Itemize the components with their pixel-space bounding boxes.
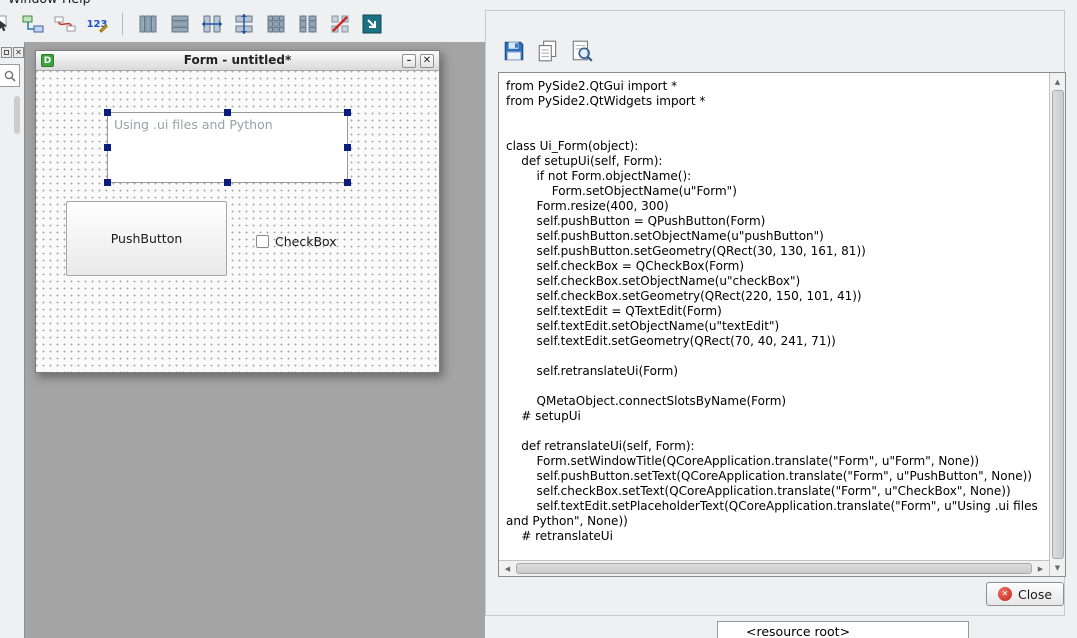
textedit-widget[interactable]: Using .ui files and Python (107, 112, 348, 183)
code-view[interactable]: from PySide2.QtGui import *from PySide2.… (498, 72, 1066, 577)
code-line: Form.setWindowTitle(QCoreApplication.tra… (506, 454, 1048, 469)
scroll-right-icon[interactable]: ▶ (1033, 561, 1048, 576)
scroll-up-icon[interactable]: ▲ (1050, 74, 1065, 89)
toolbar-separator (122, 13, 123, 35)
code-line: self.pushButton.setText(QCoreApplication… (506, 469, 1048, 484)
break-layout-icon[interactable] (327, 11, 353, 37)
find-icon[interactable] (568, 37, 595, 64)
layout-grid-icon[interactable] (263, 11, 289, 37)
layout-horizontal-splitter-icon[interactable] (199, 11, 225, 37)
selection-handle[interactable] (104, 179, 111, 186)
code-line: self.textEdit = QTextEdit(Form) (506, 304, 1048, 319)
edit-buddies-icon[interactable] (52, 11, 78, 37)
code-line (506, 124, 1048, 139)
layout-form-icon[interactable] (295, 11, 321, 37)
qt-designer-screen: Window Help 123 (0, 0, 1077, 638)
code-line: if not Form.objectName(): (506, 169, 1048, 184)
code-line: self.pushButton.setObjectName(u"pushButt… (506, 229, 1048, 244)
code-line: Form.setObjectName(u"Form") (506, 184, 1048, 199)
menu-help[interactable]: Help (62, 0, 91, 6)
menu-window[interactable]: Window (8, 0, 57, 6)
layout-horizontal-icon[interactable] (135, 11, 161, 37)
code-line: self.pushButton.setGeometry(QRect(30, 13… (506, 244, 1048, 259)
selection-handle[interactable] (104, 109, 111, 116)
selection-handle[interactable] (104, 144, 111, 151)
layout-vertical-icon[interactable] (167, 11, 193, 37)
copy-icon[interactable] (534, 37, 561, 64)
selection-handle[interactable] (344, 144, 351, 151)
dock-close-button[interactable]: ✕ (13, 47, 24, 58)
scroll-left-icon[interactable]: ◀ (500, 561, 515, 576)
search-icon (3, 69, 17, 83)
code-preview-dialog: from PySide2.QtGui import *from PySide2.… (485, 10, 1065, 616)
code-line: self.textEdit.setGeometry(QRect(70, 40, … (506, 334, 1048, 349)
code-line (506, 379, 1048, 394)
code-line: from PySide2.QtGui import * (506, 79, 1048, 94)
form-toolbar: 123 (0, 10, 385, 38)
code-line: self.checkBox.setGeometry(QRect(220, 150… (506, 289, 1048, 304)
code-line: Form.resize(400, 300) (506, 199, 1048, 214)
code-line: and Python", None)) (506, 514, 1048, 529)
code-dialog-toolbar (500, 37, 595, 64)
selection-handle[interactable] (224, 179, 231, 186)
scroll-down-icon[interactable]: ▼ (1050, 560, 1065, 575)
code-line (506, 424, 1048, 439)
adjust-size-icon[interactable] (359, 11, 385, 37)
resource-browser[interactable]: <resource root> (717, 621, 969, 638)
horizontal-scrollbar[interactable]: ◀ ▶ (499, 560, 1049, 576)
mdi-area: D Form - untitled* – ✕ Using .ui files a… (25, 42, 485, 638)
layout-vertical-splitter-icon[interactable] (231, 11, 257, 37)
code-line: def setupUi(self, Form): (506, 154, 1048, 169)
code-line: class Ui_Form(object): (506, 139, 1048, 154)
checkbox-label: CheckBox (275, 234, 337, 249)
close-button-label: Close (1018, 587, 1052, 602)
code-text[interactable]: from PySide2.QtGui import *from PySide2.… (500, 74, 1048, 559)
code-line: self.textEdit.setObjectName(u"textEdit") (506, 319, 1048, 334)
code-line: # retranslateUi (506, 529, 1048, 544)
form-canvas[interactable]: Using .ui files and Python PushButton Ch… (36, 71, 439, 372)
minimize-button[interactable]: – (402, 54, 416, 68)
form-window-titlebar[interactable]: D Form - untitled* – ✕ (36, 51, 439, 71)
code-line: QMetaObject.connectSlotsByName(Form) (506, 394, 1048, 409)
selection-handle[interactable] (224, 109, 231, 116)
menubar: Window Help (0, 0, 1077, 7)
pushbutton-widget[interactable]: PushButton (66, 201, 227, 276)
close-dialog-button[interactable]: ✕ Close (986, 582, 1064, 606)
checkbox-widget[interactable]: CheckBox (256, 221, 357, 262)
code-line: self.checkBox.setObjectName(u"checkBox") (506, 274, 1048, 289)
edit-signals-slots-icon[interactable] (20, 11, 46, 37)
horizontal-scrollbar-thumb[interactable] (516, 563, 1032, 574)
dialog-close-icon: ✕ (998, 587, 1012, 601)
code-line: self.checkBox.setText(QCoreApplication.t… (506, 484, 1048, 499)
close-window-button[interactable]: ✕ (420, 54, 434, 68)
edit-tab-order-icon[interactable]: 123 (84, 11, 110, 37)
code-line: def retranslateUi(self, Form): (506, 439, 1048, 454)
code-line: self.textEdit.setPlaceholderText(QCoreAp… (506, 499, 1048, 514)
selection-handle[interactable] (344, 109, 351, 116)
widgetbox-filter-input[interactable] (0, 64, 20, 87)
resource-root-label: <resource root> (718, 622, 968, 638)
vertical-scrollbar[interactable]: ▲ ▼ (1049, 73, 1065, 576)
selection-handle[interactable] (344, 179, 351, 186)
code-line: from PySide2.QtWidgets import * (506, 94, 1048, 109)
form-window-title: Form - untitled* (36, 53, 439, 67)
code-line: self.checkBox = QCheckBox(Form) (506, 259, 1048, 274)
vertical-scrollbar-thumb[interactable] (1052, 90, 1064, 559)
save-icon[interactable] (500, 37, 527, 64)
code-line: # setupUi (506, 409, 1048, 424)
float-icon (4, 50, 9, 55)
code-line (506, 349, 1048, 364)
widgetbox-scrollbar[interactable] (14, 96, 20, 134)
designer-form-window[interactable]: D Form - untitled* – ✕ Using .ui files a… (35, 50, 440, 373)
code-line: self.pushButton = QPushButton(Form) (506, 214, 1048, 229)
textedit-placeholder: Using .ui files and Python (114, 117, 273, 132)
code-line (506, 109, 1048, 124)
edit-widgets-icon[interactable] (0, 11, 14, 37)
code-line: self.retranslateUi(Form) (506, 364, 1048, 379)
dock-float-button[interactable] (1, 47, 12, 58)
checkbox-indicator[interactable] (256, 235, 269, 248)
